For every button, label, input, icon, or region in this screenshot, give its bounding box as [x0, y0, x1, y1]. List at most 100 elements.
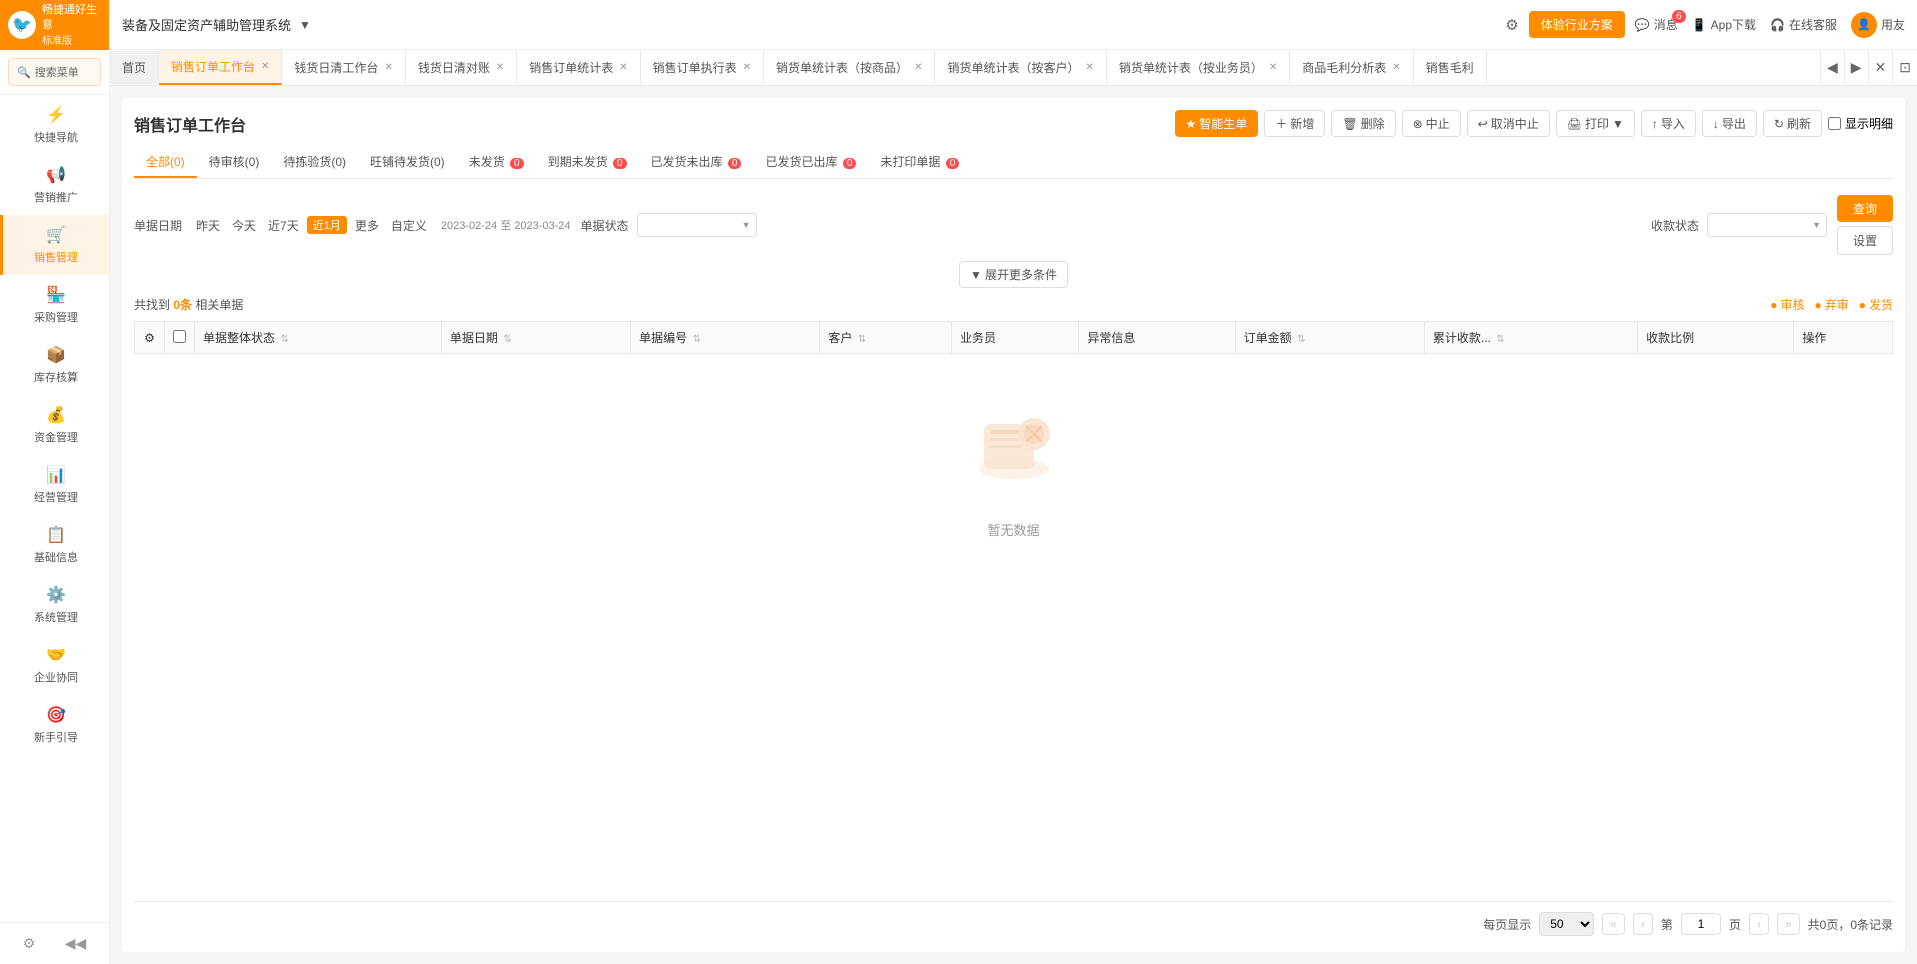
- sidebar-item-system[interactable]: ⚙️ 系统管理: [0, 575, 109, 635]
- header-settings-icon[interactable]: ⚙: [1505, 16, 1518, 34]
- search-menu-button[interactable]: 🔍 搜索菜单: [8, 58, 101, 86]
- expand-filter-btn[interactable]: ▼ 展开更多条件: [959, 261, 1068, 288]
- add-button[interactable]: ＋ 新增: [1264, 110, 1325, 137]
- sub-tab-shipped-not-out[interactable]: 已发货未出库 0: [639, 147, 754, 178]
- tab-home[interactable]: 首页: [110, 51, 159, 84]
- sidebar-item-label: 采购管理: [34, 309, 78, 325]
- sub-tab-not-printed[interactable]: 未打印单据 0: [868, 147, 971, 178]
- sub-tab-pending-review[interactable]: 待审核(0): [197, 147, 272, 178]
- sidebar-item-guide[interactable]: 🎯 新手引导: [0, 695, 109, 755]
- sub-tab-shipped-out[interactable]: 已发货已出库 0: [753, 147, 868, 178]
- tab-close-sales-exec[interactable]: ✕: [743, 62, 751, 73]
- page-input[interactable]: [1681, 913, 1721, 935]
- tab-close-sales-workbench[interactable]: ✕: [261, 61, 269, 72]
- cancel-stop-button[interactable]: ↩ 取消中止: [1467, 110, 1550, 137]
- batch-audit-btn[interactable]: ● 审核: [1770, 296, 1804, 313]
- query-button[interactable]: 查询: [1837, 195, 1893, 222]
- tab-bar: 首页 销售订单工作台 ✕ 钱货日清工作台 ✕ 钱货日清对账 ✕ 销售订单统计表 …: [110, 50, 1917, 86]
- tab-gross-margin[interactable]: 商品毛利分析表 ✕: [1290, 51, 1413, 84]
- last-page-btn[interactable]: »: [1777, 913, 1800, 935]
- tab-cash-daily[interactable]: 钱货日清工作台 ✕: [282, 51, 405, 84]
- tab-cash-reconcile[interactable]: 钱货日清对账 ✕: [406, 51, 517, 84]
- date-option-1month[interactable]: 近1月: [307, 216, 347, 234]
- sidebar-item-operations[interactable]: 📊 经营管理: [0, 455, 109, 515]
- sidebar-item-marketing[interactable]: 📢 营销推广: [0, 155, 109, 215]
- tab-sales-customer-stats[interactable]: 销货单统计表（按客户） ✕: [935, 51, 1106, 84]
- first-page-btn[interactable]: «: [1602, 913, 1625, 935]
- batch-ship-btn[interactable]: ● 发货: [1859, 296, 1893, 313]
- pagination-bar: 每页显示 50 10 20 100 « ‹ 第 页 › » 共0页，0条记录: [134, 901, 1893, 940]
- sort-status-icon[interactable]: ⇅: [280, 334, 288, 345]
- sidebar-item-quick-nav[interactable]: ⚡ 快捷导航: [0, 95, 109, 155]
- horizontal-scrollbar[interactable]: [134, 885, 1893, 895]
- next-page-btn[interactable]: ›: [1749, 913, 1769, 935]
- per-page-select[interactable]: 50 10 20 100: [1539, 912, 1594, 936]
- tab-close-sales-product-stats[interactable]: ✕: [914, 62, 922, 73]
- sort-code-icon[interactable]: ⇅: [693, 334, 701, 345]
- sidebar-item-finance[interactable]: 💰 资金管理: [0, 395, 109, 455]
- batch-void-btn[interactable]: ● 弃审: [1814, 296, 1848, 313]
- col-checkbox[interactable]: [165, 322, 195, 354]
- sidebar-item-label: 经营管理: [34, 489, 78, 505]
- show-detail-checkbox[interactable]: [1828, 117, 1841, 130]
- sidebar-item-inventory[interactable]: 📦 库存核算: [0, 335, 109, 395]
- status-select[interactable]: [637, 213, 757, 237]
- show-detail-checkbox-label[interactable]: 显示明细: [1828, 115, 1893, 132]
- tab-sales-stats[interactable]: 销售订单统计表 ✕: [517, 51, 640, 84]
- tab-close-current-btn[interactable]: ✕: [1868, 51, 1893, 84]
- tab-sales-profit[interactable]: 销售毛利: [1414, 51, 1487, 84]
- tab-close-sales-stats[interactable]: ✕: [619, 62, 627, 73]
- messages-btn[interactable]: 💬 消息 6: [1635, 16, 1678, 33]
- sort-collected-icon[interactable]: ⇅: [1496, 334, 1504, 345]
- print-button[interactable]: 🖨 打印 ▼: [1556, 110, 1635, 137]
- payment-select[interactable]: [1707, 213, 1827, 237]
- app-download-btn[interactable]: 📱 App下载: [1692, 16, 1756, 33]
- tab-scroll-right-btn[interactable]: ▶: [1844, 51, 1868, 84]
- date-option-today[interactable]: 今天: [228, 215, 260, 236]
- tab-close-cash-daily[interactable]: ✕: [384, 62, 392, 73]
- system-dropdown[interactable]: ▼: [299, 18, 311, 32]
- tab-sales-staff-stats[interactable]: 销货单统计表（按业务员） ✕: [1107, 51, 1290, 84]
- settings-footer-btn[interactable]: ⚙: [19, 931, 40, 956]
- tab-close-gross-margin[interactable]: ✕: [1392, 62, 1400, 73]
- sub-tab-not-shipped[interactable]: 未发货 0: [457, 147, 536, 178]
- date-option-7days[interactable]: 近7天: [264, 215, 303, 236]
- tab-sales-workbench[interactable]: 销售订单工作台 ✕: [159, 50, 282, 85]
- sort-customer-icon[interactable]: ⇅: [858, 334, 866, 345]
- sub-tab-pending-delivery[interactable]: 待拣验货(0): [271, 147, 358, 178]
- stop-button[interactable]: ⊗ 中止: [1402, 110, 1461, 137]
- import-button[interactable]: ↑ 导入: [1641, 110, 1696, 137]
- tab-close-sales-staff-stats[interactable]: ✕: [1269, 62, 1277, 73]
- sub-tab-wangpu-delivery[interactable]: 旺铺待发货(0): [358, 147, 457, 178]
- col-settings[interactable]: ⚙: [135, 322, 165, 354]
- sub-tab-all[interactable]: 全部(0): [134, 147, 197, 178]
- select-all-checkbox[interactable]: [173, 330, 186, 343]
- tab-sales-product-stats[interactable]: 销货单统计表（按商品） ✕: [764, 51, 935, 84]
- date-option-yesterday[interactable]: 昨天: [192, 215, 224, 236]
- tab-scroll-left-btn[interactable]: ◀: [1820, 51, 1844, 84]
- sidebar-item-sales[interactable]: 🛒 销售管理: [0, 215, 109, 275]
- sidebar-item-purchase[interactable]: 🏪 采购管理: [0, 275, 109, 335]
- sidebar-item-basic-info[interactable]: 📋 基础信息: [0, 515, 109, 575]
- tab-maximize-btn[interactable]: ⊡: [1892, 51, 1917, 84]
- settings-button[interactable]: 设置: [1837, 226, 1893, 255]
- date-option-custom[interactable]: 自定义: [387, 215, 431, 236]
- refresh-button[interactable]: ↻ 刷新: [1763, 110, 1822, 137]
- sort-date-icon[interactable]: ⇅: [503, 334, 511, 345]
- user-menu-btn[interactable]: 👤 用友: [1851, 12, 1905, 38]
- tab-close-cash-reconcile[interactable]: ✕: [496, 62, 504, 73]
- smart-gen-button[interactable]: ★ 智能生单: [1175, 110, 1259, 137]
- delete-button[interactable]: 🗑 删除: [1331, 110, 1395, 137]
- industry-solution-button[interactable]: 体验行业方案: [1529, 11, 1625, 38]
- date-option-more[interactable]: 更多: [351, 215, 383, 236]
- sub-tab-overdue-not-shipped[interactable]: 到期未发货 0: [536, 147, 639, 178]
- tab-close-sales-customer-stats[interactable]: ✕: [1085, 62, 1093, 73]
- export-button[interactable]: ↓ 导出: [1702, 110, 1757, 137]
- online-service-btn[interactable]: 🎧 在线客服: [1770, 16, 1837, 33]
- refresh-label: 刷新: [1787, 115, 1811, 132]
- collapse-sidebar-btn[interactable]: ◀◀: [61, 931, 91, 956]
- tab-sales-exec[interactable]: 销售订单执行表 ✕: [641, 51, 764, 84]
- sidebar-item-enterprise[interactable]: 🤝 企业协同: [0, 635, 109, 695]
- sort-amount-icon[interactable]: ⇅: [1297, 334, 1305, 345]
- prev-page-btn[interactable]: ‹: [1633, 913, 1653, 935]
